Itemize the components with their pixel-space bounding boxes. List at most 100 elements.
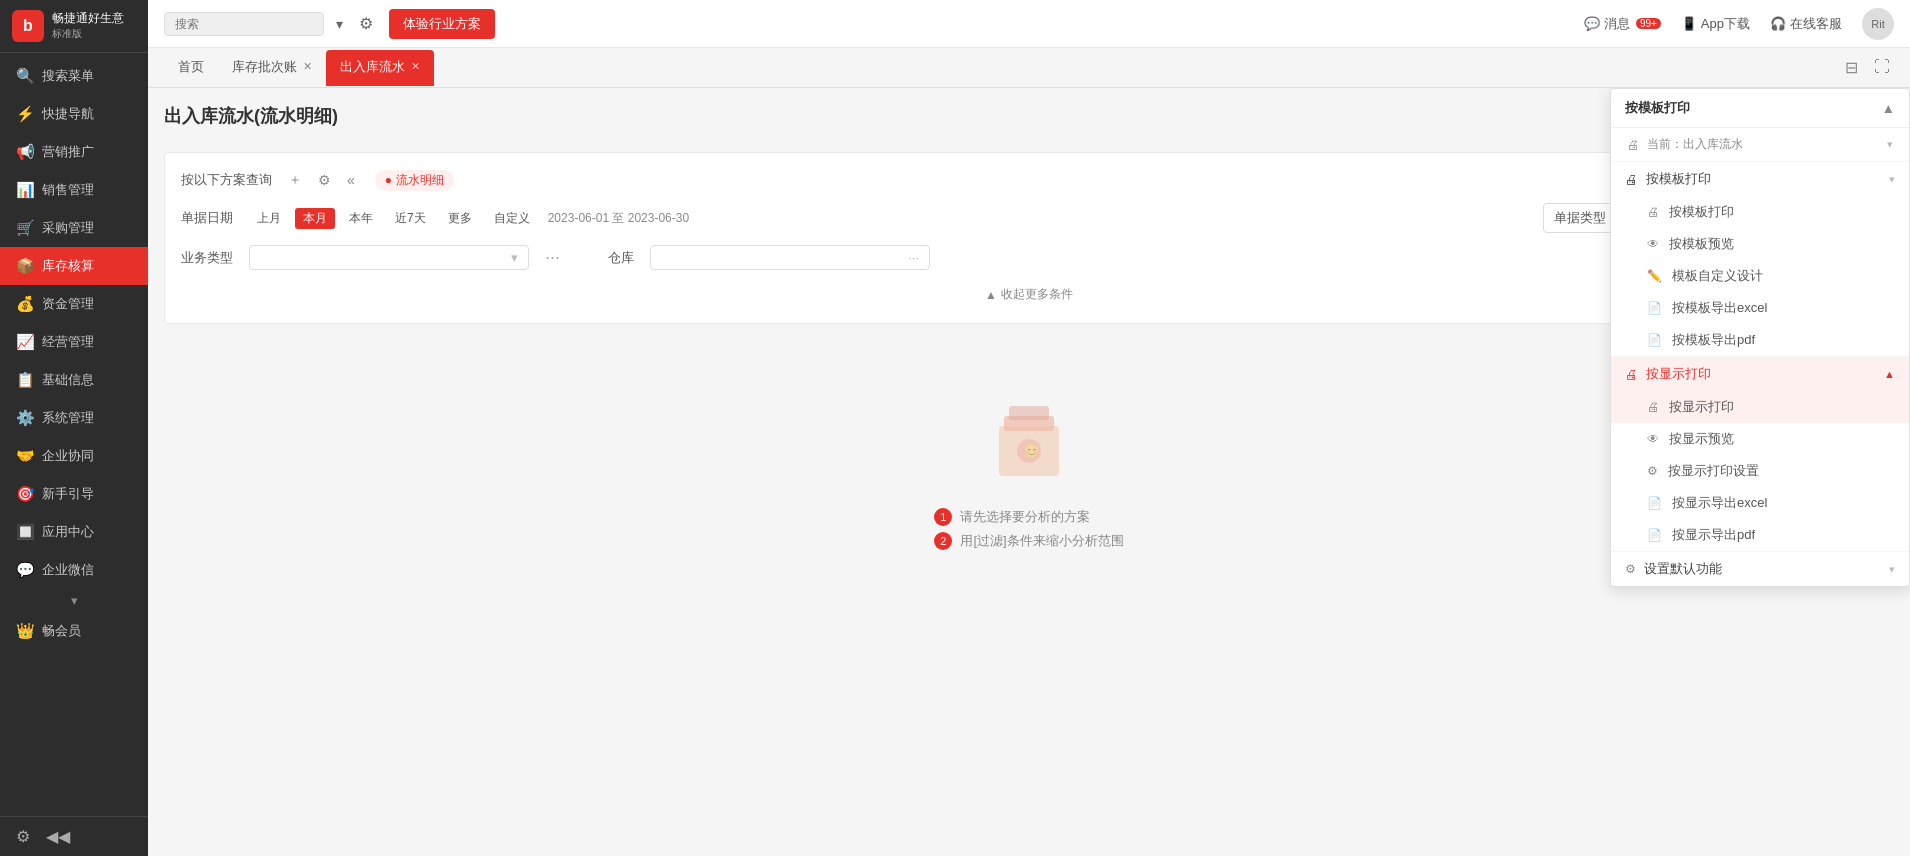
template-export-pdf-item[interactable]: 📄 按模板导出pdf <box>1611 324 1909 356</box>
dps-label: 按显示打印设置 <box>1668 462 1759 480</box>
sidebar-item-label: 快捷导航 <box>42 105 94 123</box>
biz-type-select[interactable]: ▾ <box>249 245 529 270</box>
filter-collapse-button[interactable]: « <box>343 170 359 190</box>
sidebar-scroll-down[interactable]: ▾ <box>0 589 148 612</box>
sidebar-item-label: 采购管理 <box>42 219 94 237</box>
sidebar-item-system[interactable]: ⚙️ 系统管理 <box>0 399 148 437</box>
sidebar-item-wechat[interactable]: 💬 企业微信 <box>0 551 148 589</box>
sidebar-item-search[interactable]: 🔍 搜索菜单 <box>0 57 148 95</box>
sidebar-item-operation[interactable]: 📈 经营管理 <box>0 323 148 361</box>
date-more[interactable]: 更多 <box>440 208 480 229</box>
collapse-sidebar-icon[interactable]: ◀◀ <box>46 827 70 846</box>
shortcut-icon: ⚡ <box>16 105 34 123</box>
sidebar-item-sales[interactable]: 📊 销售管理 <box>0 171 148 209</box>
filter-settings-button[interactable]: ⚙ <box>314 170 335 190</box>
sidebar-item-finance[interactable]: 💰 资金管理 <box>0 285 148 323</box>
topbar-service[interactable]: 🎧 在线客服 <box>1770 15 1842 33</box>
template-preview-item[interactable]: 👁 按模板预览 <box>1611 228 1909 260</box>
main-area: ▾ ⚙ 体验行业方案 💬 消息 99+ 📱 App下载 🎧 在线客服 Rit <box>148 0 1910 856</box>
date-custom[interactable]: 自定义 <box>486 208 538 229</box>
set-default-item[interactable]: ⚙ 设置默认功能 ▾ <box>1611 551 1909 586</box>
member-icon: 👑 <box>16 622 34 640</box>
sidebar-item-label: 新手引导 <box>42 485 94 503</box>
topbar-app-download[interactable]: 📱 App下载 <box>1681 15 1750 33</box>
tab-home[interactable]: 首页 <box>164 50 218 86</box>
dropdown-collapse-button[interactable]: ▲ <box>1882 101 1895 116</box>
topbar-gear-icon[interactable]: ⚙ <box>359 14 373 33</box>
template-print-item[interactable]: 🖨 按模板打印 <box>1611 196 1909 228</box>
template-print-section-header[interactable]: 🖨 按模板打印 ▾ <box>1611 161 1909 196</box>
sidebar-item-shortcut[interactable]: ⚡ 快捷导航 <box>0 95 148 133</box>
display-print-section-header[interactable]: 🖨 按显示打印 ▲ <box>1611 356 1909 391</box>
filter-scheme-tag[interactable]: ● 流水明细 <box>375 170 454 191</box>
display-section-chevron: ▲ <box>1884 368 1895 380</box>
tabbar: 首页 库存批次账 ✕ 出入库流水 ✕ ⊟ ⛶ <box>148 48 1910 88</box>
sidebar-item-label: 系统管理 <box>42 409 94 427</box>
display-preview-item[interactable]: 👁 按显示预览 <box>1611 423 1909 455</box>
date-7days[interactable]: 近7天 <box>387 208 434 229</box>
template-export-excel-item[interactable]: 📄 按模板导出excel <box>1611 292 1909 324</box>
tab-minimize-icon[interactable]: ⊟ <box>1841 54 1862 81</box>
sidebar-item-label: 经营管理 <box>42 333 94 351</box>
tc-icon: ✏️ <box>1647 269 1662 283</box>
purchase-icon: 🛒 <box>16 219 34 237</box>
tp2-label: 按模板导出pdf <box>1672 331 1755 349</box>
system-icon: ⚙️ <box>16 409 34 427</box>
sidebar-item-basic[interactable]: 📋 基础信息 <box>0 361 148 399</box>
settings-icon[interactable]: ⚙ <box>16 827 30 846</box>
collapse-up-icon: ▲ <box>985 288 997 302</box>
date-current-month[interactable]: 本月 <box>295 208 335 229</box>
tab-flow-label: 出入库流水 <box>340 58 405 76</box>
date-field-label: 单据日期 <box>181 209 233 227</box>
display-export-pdf-item[interactable]: 📄 按显示导出pdf <box>1611 519 1909 551</box>
sidebar-item-label: 库存核算 <box>42 257 94 275</box>
sidebar-item-marketing[interactable]: 📢 营销推广 <box>0 133 148 171</box>
topbar-dropdown-icon[interactable]: ▾ <box>336 16 343 32</box>
filter-add-button[interactable]: ＋ <box>284 169 306 191</box>
inventory-icon: 📦 <box>16 257 34 275</box>
step-num-1: 1 <box>934 508 952 526</box>
apps-icon: 🔲 <box>16 523 34 541</box>
sidebar-item-collab[interactable]: 🤝 企业协同 <box>0 437 148 475</box>
display-print-settings-item[interactable]: ⚙ 按显示打印设置 <box>1611 455 1909 487</box>
tab-maximize-icon[interactable]: ⛶ <box>1870 54 1894 81</box>
display-print-item[interactable]: 🖨 按显示打印 <box>1611 391 1909 423</box>
topbar-message[interactable]: 💬 消息 99+ <box>1584 15 1661 33</box>
guide-icon: 🎯 <box>16 485 34 503</box>
industry-btn[interactable]: 体验行业方案 <box>389 9 495 39</box>
dropdown-current-item[interactable]: 🖨 当前：出入库流水 ▾ <box>1611 128 1909 161</box>
topbar-search-input[interactable] <box>164 12 324 36</box>
warehouse-select[interactable]: ··· <box>650 245 930 270</box>
biz-type-more-icon[interactable]: ··· <box>545 247 560 268</box>
sidebar-item-label: 销售管理 <box>42 181 94 199</box>
sidebar-item-apps[interactable]: 🔲 应用中心 <box>0 513 148 551</box>
template-section-icon: 🖨 <box>1625 172 1638 187</box>
sidebar-item-inventory[interactable]: 📦 库存核算 <box>0 247 148 285</box>
marketing-icon: 📢 <box>16 143 34 161</box>
print-dropdown-panel: 按模板打印 ▲ 🖨 当前：出入库流水 ▾ 🖨 按模板打印 ▾ � <box>1610 88 1910 587</box>
date-prev-month[interactable]: 上月 <box>249 208 289 229</box>
te-icon: 📄 <box>1647 301 1662 315</box>
display-export-excel-item[interactable]: 📄 按显示导出excel <box>1611 487 1909 519</box>
sidebar-item-label: 企业协同 <box>42 447 94 465</box>
sidebar-item-purchase[interactable]: 🛒 采购管理 <box>0 209 148 247</box>
collapse-more-button[interactable]: ▲ 收起更多条件 <box>973 282 1085 307</box>
tc-label: 模板自定义设计 <box>1672 267 1763 285</box>
current-label: 当前：出入库流水 <box>1647 136 1743 153</box>
empty-steps-list: 1 请先选择要分析的方案 2 用[过滤]条件来缩小分析范围 <box>934 508 1123 556</box>
service-label: 在线客服 <box>1790 15 1842 33</box>
scheme-icon: ● <box>385 173 392 187</box>
date-year[interactable]: 本年 <box>341 208 381 229</box>
tab-flow[interactable]: 出入库流水 ✕ <box>326 50 434 86</box>
template-customize-item[interactable]: ✏️ 模板自定义设计 <box>1611 260 1909 292</box>
tab-batch[interactable]: 库存批次账 ✕ <box>218 50 326 86</box>
user-avatar[interactable]: Rit <box>1862 8 1894 40</box>
sidebar-item-member[interactable]: 👑 畅会员 <box>0 612 148 650</box>
template-section-label: 按模板打印 <box>1646 170 1711 188</box>
tab-batch-close-icon[interactable]: ✕ <box>303 60 312 73</box>
dropdown-title: 按模板打印 <box>1625 99 1690 117</box>
tab-flow-close-icon[interactable]: ✕ <box>411 60 420 73</box>
sidebar-item-guide[interactable]: 🎯 新手引导 <box>0 475 148 513</box>
doc-type-label: 单据类型 <box>1554 209 1606 227</box>
sidebar-menu: 🔍 搜索菜单 ⚡ 快捷导航 📢 营销推广 📊 销售管理 🛒 采购管理 📦 库存核… <box>0 53 148 816</box>
